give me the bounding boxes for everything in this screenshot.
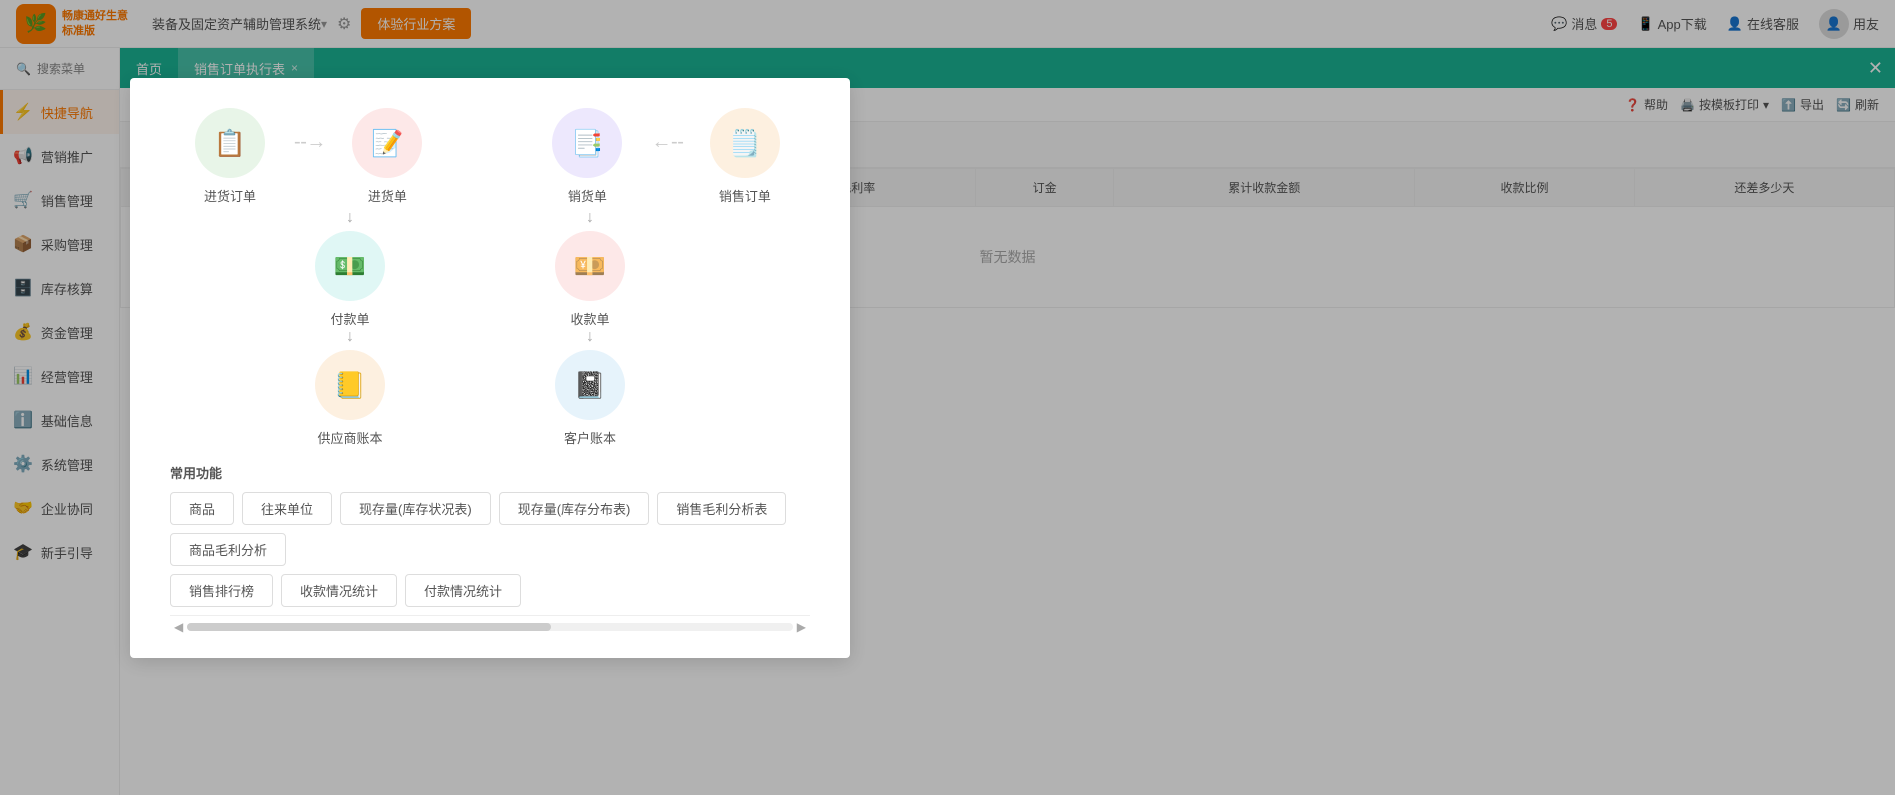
- horizontal-scrollbar: ◀ ▶: [170, 615, 810, 638]
- arrow-sale-order-to-sale: ← - -: [647, 131, 684, 182]
- scroll-right-icon[interactable]: ▶: [793, 620, 810, 634]
- flow-item-sale: 📑 销货单: [527, 108, 647, 205]
- flow-item-payment-out: 💵 付款单: [290, 231, 410, 328]
- common-buttons-row1: 商品 往来单位 现存量(库存状况表) 现存量(库存分布表) 销售毛利分析表 商品…: [170, 492, 810, 566]
- common-functions-section: 常用功能 商品 往来单位 现存量(库存状况表) 现存量(库存分布表) 销售毛利分…: [170, 463, 810, 607]
- common-functions-title: 常用功能: [170, 463, 810, 482]
- scroll-left-icon[interactable]: ◀: [170, 620, 187, 634]
- sale-label: 销货单: [568, 186, 607, 205]
- common-btn-receipt-stats[interactable]: 收款情况统计: [281, 574, 397, 607]
- scroll-thumb: [187, 623, 550, 631]
- flow-item-purchase-order: 📋 进货订单: [170, 108, 290, 205]
- common-btn-stock-dist[interactable]: 现存量(库存分布表): [499, 492, 650, 525]
- common-btn-payment-stats[interactable]: 付款情况统计: [405, 574, 521, 607]
- payment-in-icon: 💴: [555, 231, 625, 301]
- payment-out-icon: 💵: [315, 231, 385, 301]
- purchase-icon: 📝: [352, 108, 422, 178]
- sale-order-label: 销售订单: [719, 186, 771, 205]
- customer-ledger-label: 客户账本: [564, 428, 616, 447]
- common-btn-sales-ranking[interactable]: 销售排行榜: [170, 574, 273, 607]
- purchase-order-label: 进货订单: [204, 186, 256, 205]
- purchase-label: 进货单: [368, 186, 407, 205]
- common-btn-product[interactable]: 商品: [170, 492, 234, 525]
- arrow-purchase-order-to-purchase: - - →: [290, 131, 327, 182]
- common-buttons-row2: 销售排行榜 收款情况统计 付款情况统计: [170, 574, 810, 607]
- sale-order-icon: 🗒️: [710, 108, 780, 178]
- flow-item-customer-ledger: 📓 客户账本: [530, 350, 650, 447]
- purchase-order-icon: 📋: [195, 108, 265, 178]
- payment-in-label: 收款单: [570, 309, 609, 328]
- common-btn-product-margin[interactable]: 商品毛利分析: [170, 533, 286, 566]
- payment-out-label: 付款单: [330, 309, 369, 328]
- flow-item-purchase: 📝 进货单: [327, 108, 447, 205]
- flow-item-sale-order: 🗒️ 销售订单: [685, 108, 805, 205]
- customer-ledger-icon: 📓: [555, 350, 625, 420]
- common-btn-stock-status[interactable]: 现存量(库存状况表): [340, 492, 491, 525]
- flow-item-payment-in: 💴 收款单: [530, 231, 650, 328]
- sale-icon: 📑: [552, 108, 622, 178]
- flow-modal: 📋 进货订单 - - → 📝 进货单 📑 销货单 ← - - 🗒️ 销售订单: [130, 78, 850, 658]
- common-btn-sales-margin[interactable]: 销售毛利分析表: [657, 492, 786, 525]
- common-btn-contacts[interactable]: 往来单位: [242, 492, 332, 525]
- supplier-ledger-label: 供应商账本: [317, 428, 382, 447]
- flow-item-supplier-ledger: 📒 供应商账本: [290, 350, 410, 447]
- supplier-ledger-icon: 📒: [315, 350, 385, 420]
- scroll-track[interactable]: [187, 623, 793, 631]
